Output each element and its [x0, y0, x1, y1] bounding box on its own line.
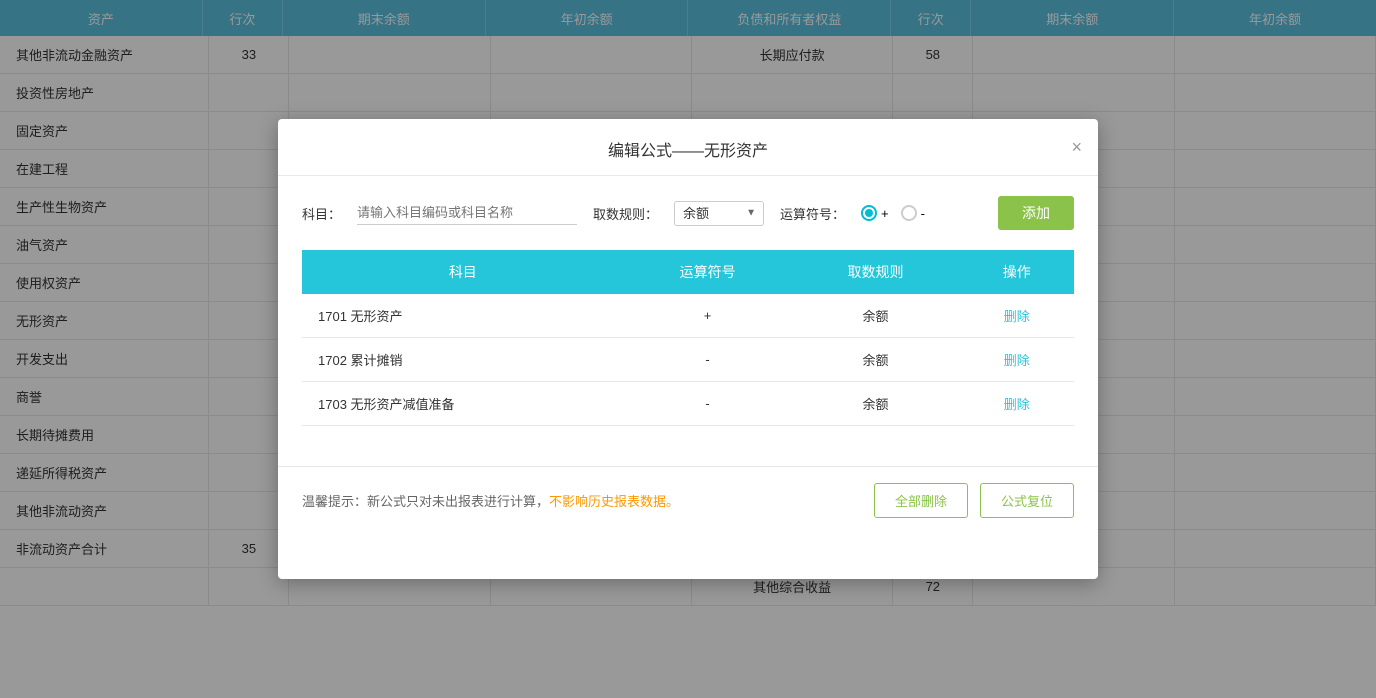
- modal-header: 编辑公式——无形资产 ×: [278, 119, 1098, 176]
- cell-rule: 余额: [792, 338, 960, 382]
- formula-table: 科目 运算符号 取数规则 操作 1701 无形资产+余额删除1702 累计摊销-…: [302, 250, 1074, 426]
- table-header-row: 科目 运算符号 取数规则 操作: [302, 250, 1074, 294]
- cell-operator: -: [624, 382, 792, 426]
- th-subject: 科目: [302, 250, 624, 294]
- operator-radio-group: + -: [861, 205, 925, 221]
- rule-select-wrap: 余额借方贷方借方发生额贷方发生额 ▼: [674, 201, 764, 226]
- modal-close-button[interactable]: ×: [1071, 138, 1082, 156]
- radio-minus-label: -: [921, 206, 925, 221]
- modal-body: 科目： 取数规则： 余额借方贷方借方发生额贷方发生额 ▼ 运算符号： + - 添…: [278, 176, 1098, 466]
- delete-link[interactable]: 删除: [1004, 397, 1030, 412]
- form-row: 科目： 取数规则： 余额借方贷方借方发生额贷方发生额 ▼ 运算符号： + - 添…: [302, 196, 1074, 230]
- rule-select[interactable]: 余额借方贷方借方发生额贷方发生额: [674, 201, 764, 226]
- radio-plus-label: +: [881, 206, 889, 221]
- delete-link[interactable]: 删除: [1004, 353, 1030, 368]
- cell-subject: 1703 无形资产减值准备: [302, 382, 624, 426]
- table-row: 1702 累计摊销-余额 删除: [302, 338, 1074, 382]
- cell-action: 删除: [959, 294, 1074, 338]
- radio-minus[interactable]: -: [901, 205, 925, 221]
- cell-operator: +: [624, 294, 792, 338]
- delete-link[interactable]: 删除: [1004, 309, 1030, 324]
- rule-label: 取数规则：: [593, 204, 658, 223]
- footer-buttons: 全部删除 公式复位: [874, 483, 1074, 518]
- formula-table-head: 科目 运算符号 取数规则 操作: [302, 250, 1074, 294]
- th-operator: 运算符号: [624, 250, 792, 294]
- modal-title: 编辑公式——无形资产: [608, 137, 768, 161]
- subject-input[interactable]: [357, 201, 577, 225]
- table-row: 1701 无形资产+余额 删除: [302, 294, 1074, 338]
- formula-table-body: 1701 无形资产+余额删除1702 累计摊销-余额删除1703 无形资产减值准…: [302, 294, 1074, 426]
- reset-formula-button[interactable]: 公式复位: [980, 483, 1074, 518]
- tip-suffix: 不影响历史报表数据。: [549, 494, 679, 509]
- cell-subject: 1701 无形资产: [302, 294, 624, 338]
- cell-action: 删除: [959, 382, 1074, 426]
- modal-footer: 温馨提示：新公式只对未出报表进行计算，不影响历史报表数据。 全部删除 公式复位: [278, 466, 1098, 538]
- subject-label: 科目：: [302, 204, 341, 223]
- delete-all-button[interactable]: 全部删除: [874, 483, 968, 518]
- cell-action: 删除: [959, 338, 1074, 382]
- cell-rule: 余额: [792, 294, 960, 338]
- cell-rule: 余额: [792, 382, 960, 426]
- edit-formula-modal: 编辑公式——无形资产 × 科目： 取数规则： 余额借方贷方借方发生额贷方发生额 …: [278, 119, 1098, 579]
- th-rule: 取数规则: [792, 250, 960, 294]
- th-action: 操作: [959, 250, 1074, 294]
- operator-label: 运算符号：: [780, 204, 845, 223]
- cell-subject: 1702 累计摊销: [302, 338, 624, 382]
- footer-tip: 温馨提示：新公式只对未出报表进行计算，不影响历史报表数据。: [302, 491, 679, 510]
- radio-minus-circle: [901, 205, 917, 221]
- add-button[interactable]: 添加: [998, 196, 1074, 230]
- cell-operator: -: [624, 338, 792, 382]
- table-row: 1703 无形资产减值准备-余额 删除: [302, 382, 1074, 426]
- radio-plus-circle: [861, 205, 877, 221]
- radio-plus[interactable]: +: [861, 205, 889, 221]
- tip-prefix: 温馨提示：新公式只对未出报表进行计算，: [302, 494, 549, 509]
